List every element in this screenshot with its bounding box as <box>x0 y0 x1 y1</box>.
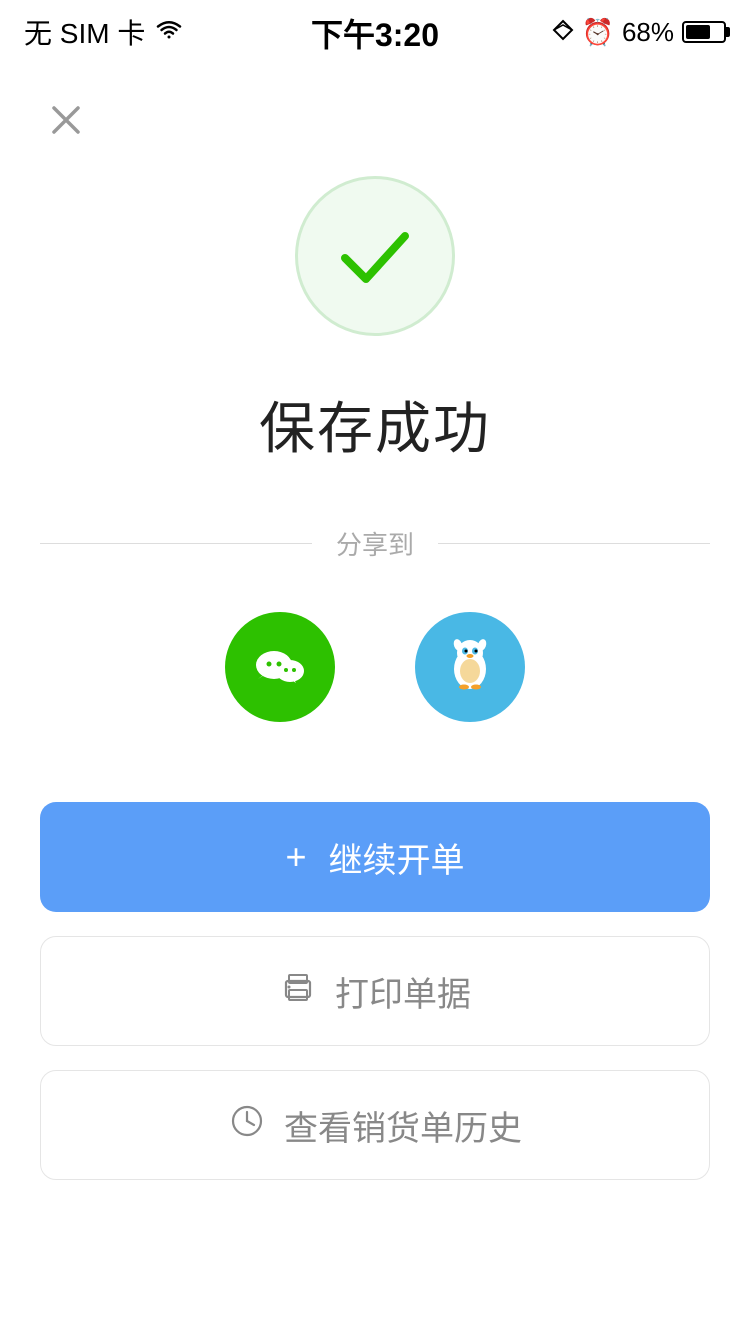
share-divider: 分享到 <box>40 525 710 562</box>
wifi-icon <box>155 16 183 48</box>
share-icons <box>225 612 525 722</box>
clock-icon <box>228 1102 266 1149</box>
wechat-share-button[interactable] <box>225 612 335 722</box>
checkmark-icon <box>330 211 420 301</box>
qq-icon <box>436 633 504 701</box>
divider-left <box>40 543 312 544</box>
qq-share-button[interactable] <box>415 612 525 722</box>
status-right: ⏰ 68% <box>552 17 726 48</box>
share-label: 分享到 <box>336 525 414 562</box>
divider-right <box>438 543 710 544</box>
print-label: 打印单据 <box>335 967 471 1016</box>
print-button[interactable]: 打印单据 <box>40 936 710 1046</box>
continue-label: 继续开单 <box>329 833 465 882</box>
action-buttons: + 继续开单 打印单据 <box>40 802 710 1180</box>
history-button[interactable]: 查看销货单历史 <box>40 1070 710 1180</box>
battery-text: 68% <box>622 17 674 48</box>
main-content: 保存成功 分享到 <box>0 156 750 1334</box>
wechat-icon <box>246 633 314 701</box>
location-icon <box>552 17 574 48</box>
close-button[interactable] <box>40 94 92 146</box>
status-time: 下午3:20 <box>311 10 439 56</box>
success-title: 保存成功 <box>259 384 491 465</box>
history-label: 查看销货单历史 <box>284 1101 522 1150</box>
status-bar: 无 SIM 卡 下午3:20 ⏰ 68% <box>0 0 750 64</box>
no-sim-text: 无 SIM 卡 <box>24 12 145 52</box>
battery-icon <box>682 21 726 43</box>
plus-icon: + <box>285 836 306 878</box>
status-left: 无 SIM 卡 <box>24 12 183 52</box>
alarm-icon: ⏰ <box>582 17 614 48</box>
printer-icon <box>279 968 317 1015</box>
continue-button[interactable]: + 继续开单 <box>40 802 710 912</box>
close-area <box>0 64 750 156</box>
success-icon-wrap <box>295 176 455 336</box>
